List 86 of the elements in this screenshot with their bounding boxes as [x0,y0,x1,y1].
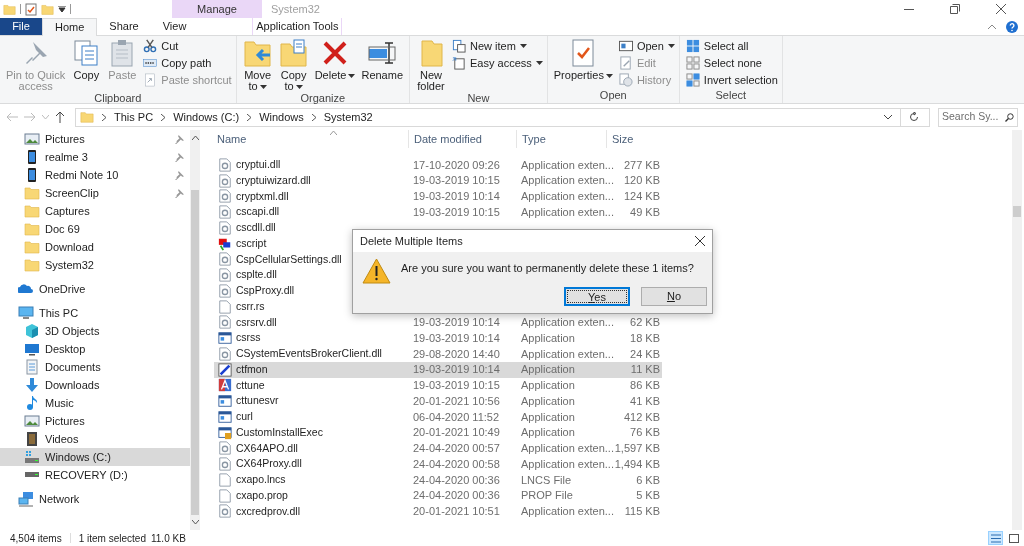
date-modified: 24-04-2020 00:36 [413,489,500,502]
dialog-message: Are you sure you want to permanently delete these 1 items? [401,261,695,276]
file-name: cxapo.prop [236,487,288,503]
file-size: 120 KB [623,174,660,187]
date-modified: 29-08-2020 14:40 [413,347,500,360]
file-name: CspCellularSettings.dll [236,251,342,267]
date-modified: 19-03-2019 10:15 [413,205,500,218]
file-size: 124 KB [623,190,660,203]
file-type: Application exten... [521,442,614,455]
date-modified: 17-10-2020 09:26 [413,158,500,171]
dialog-title: Delete Multiple Items [360,233,464,249]
item-count: 4,504 items [10,531,62,546]
file-size: 41 KB [630,394,660,407]
file-type: LNCS File [521,473,572,486]
file-name: cxcredprov.dll [236,503,300,519]
file-name: cryptuiwizard.dll [236,172,311,188]
date-modified: 24-04-2020 00:57 [413,442,500,455]
file-size: 6 KB [636,473,660,486]
file-type: Application exten... [521,174,614,187]
file-size: 115 KB [624,505,660,518]
context-tab-header: Manage [172,0,262,18]
file-name: CX64APO.dll [236,440,298,456]
file-size: 1,597 KB [614,442,660,455]
date-modified: 19-03-2019 10:14 [413,316,500,329]
file-type: Application exten... [521,505,614,518]
file-name: CX64Proxy.dll [236,456,302,472]
file-type: Application exten... [521,347,614,360]
file-type: Application [521,394,575,407]
date-modified: 19-03-2019 10:15 [413,174,500,187]
group-label: Open [598,89,628,103]
selection-info: 1 item selected [78,531,146,546]
file-name: cryptui.dll [236,157,281,172]
window-title: System32 [270,1,321,17]
file-name: cttunesvr [236,393,279,409]
file-name: CSystemEventsBrokerClient.dll [236,346,382,361]
file-name: CspProxy.dll [236,283,295,298]
file-type: Application [521,426,575,439]
file-size: 62 KB [630,316,660,329]
date-modified: 19-03-2019 10:14 [413,190,500,203]
file-size: 49 KB [630,205,660,218]
date-modified: 19-03-2019 10:14 [413,331,500,344]
file-name: cscapi.dll [236,204,280,220]
file-name: curl [236,409,253,424]
group-label: New [466,92,491,104]
file-type: Application exten... [521,316,614,329]
file-size: 76 KB [630,426,660,439]
file-size: 24 KB [630,347,660,360]
file-size: 86 KB [630,379,660,392]
file-name: csrsrv.dll [236,314,277,330]
file-name: cryptxml.dll [236,188,289,204]
file-size: 1,494 KB [614,457,660,470]
selection-size: 11.0 KB [150,531,186,546]
file-type: Application exten... [521,205,614,218]
file-type: Application exten... [521,158,614,171]
file-size: 412 KB [623,410,660,423]
file-size: 11 KB [630,363,660,376]
file-name: csplte.dll [236,267,277,283]
file-name: CustomInstallExec [236,424,323,440]
file-type: Application [521,410,575,423]
file-name: cxapo.lncs [236,472,286,487]
date-modified: 20-01-2021 10:56 [413,394,500,407]
file-name: cttune [236,377,265,393]
group-label: Clipboard [93,92,143,104]
date-modified: 24-04-2020 00:58 [413,457,500,470]
file-size: 18 KB [630,331,660,344]
group-label: Organize [299,92,347,104]
file-name: csrr.rs [236,298,265,314]
file-name: csrss [236,330,261,346]
file-size: 5 KB [636,489,660,502]
file-type: Application [521,363,575,376]
date-modified: 20-01-2021 10:49 [413,426,500,439]
file-name: cscript [236,235,267,251]
date-modified: 06-04-2020 11:52 [413,410,500,423]
file-type: Application [521,379,575,392]
file-name: cscdll.dll [236,220,276,235]
date-modified: 24-04-2020 00:36 [413,473,500,486]
file-type: PROP File [521,489,573,502]
date-modified: 19-03-2019 10:14 [413,363,500,376]
file-type: Application exten... [521,190,614,203]
file-size: 277 KB [623,158,660,171]
date-modified: 19-03-2019 10:15 [413,379,500,392]
group-label: Select [714,89,748,103]
file-type: Application exten... [521,457,614,470]
file-name: ctfmon [236,361,268,377]
file-type: Application [521,331,575,344]
date-modified: 20-01-2021 10:51 [413,505,500,518]
